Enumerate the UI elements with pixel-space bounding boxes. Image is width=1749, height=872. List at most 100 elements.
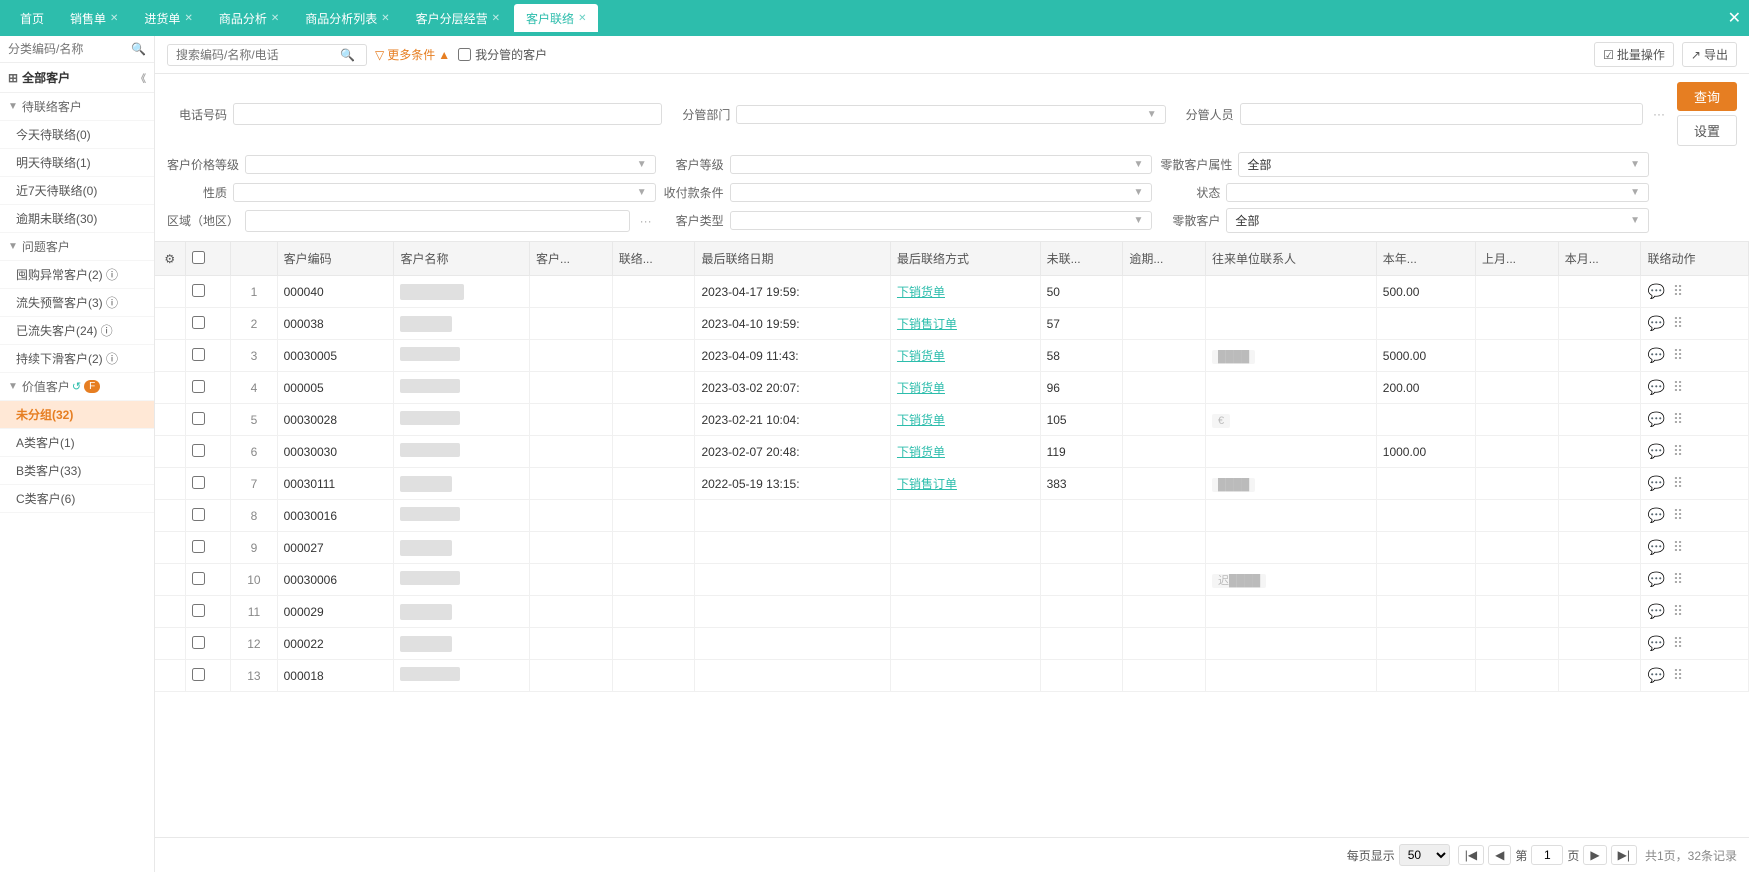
row-checkbox-cell[interactable] [185, 596, 231, 628]
row-action[interactable]: 💬 ⠿ [1641, 532, 1749, 564]
row-lastmethod[interactable]: 下销货单 [890, 436, 1040, 468]
row-action[interactable]: 💬 ⠿ [1641, 500, 1749, 532]
sidebar-search-icon[interactable]: 🔍 [131, 42, 146, 56]
sidebar-search-input[interactable] [8, 42, 127, 56]
export-btn[interactable]: ↗ 导出 [1682, 42, 1737, 67]
col-contact-header[interactable]: 联络... [612, 242, 695, 276]
chat-icon[interactable]: 💬 [1647, 379, 1664, 396]
row-action[interactable]: 💬 ⠿ [1641, 660, 1749, 692]
grid-action-icon[interactable]: ⠿ [1673, 539, 1683, 556]
row-lastmethod[interactable]: 下销货单 [890, 372, 1040, 404]
col-settings[interactable]: ⚙ [155, 242, 185, 276]
row-lastmethod[interactable]: 下销货单 [890, 276, 1040, 308]
col-lastmethod-header[interactable]: 最后联络方式 [890, 242, 1040, 276]
grid-action-icon[interactable]: ⠿ [1673, 347, 1683, 364]
row-checkbox[interactable] [192, 636, 205, 649]
sidebar-item-7days[interactable]: 近7天待联络(0) [0, 177, 154, 205]
last-method-link[interactable]: 下销货单 [897, 413, 945, 427]
sidebar-item-churned[interactable]: 已流失客户(24) ⓘ [0, 317, 154, 345]
grid-action-icon[interactable]: ⠿ [1673, 507, 1683, 524]
row-checkbox[interactable] [192, 508, 205, 521]
region-input[interactable] [245, 210, 630, 232]
sidebar-group-problem[interactable]: ▼ 问题客户 [0, 233, 154, 261]
price-level-select[interactable]: ▼ [245, 155, 656, 174]
chat-icon[interactable]: 💬 [1647, 507, 1664, 524]
chat-icon[interactable]: 💬 [1647, 347, 1664, 364]
status-select[interactable]: ▼ [1226, 183, 1649, 202]
chat-icon[interactable]: 💬 [1647, 667, 1664, 684]
row-lastmethod[interactable]: 下销货单 [890, 340, 1040, 372]
tab-customer-contact[interactable]: 客户联络 ✕ [514, 4, 598, 32]
row-action[interactable]: 💬 ⠿ [1641, 436, 1749, 468]
sidebar-item-tomorrow[interactable]: 明天待联络(1) [0, 149, 154, 177]
last-method-link[interactable]: 下销售订单 [897, 477, 957, 491]
sidebar-item-today[interactable]: 今天待联络(0) [0, 121, 154, 149]
sidebar-collapse-icon[interactable]: 《 [136, 70, 146, 85]
col-lastdate-header[interactable]: 最后联络日期 [695, 242, 891, 276]
col-overdue-header[interactable]: 逾期... [1123, 242, 1206, 276]
row-checkbox[interactable] [192, 540, 205, 553]
last-method-link[interactable]: 下销货单 [897, 445, 945, 459]
grid-action-icon[interactable]: ⠿ [1673, 411, 1683, 428]
tab-analysis-close[interactable]: ✕ [271, 13, 279, 24]
row-action[interactable]: 💬 ⠿ [1641, 404, 1749, 436]
sidebar-item-declining[interactable]: 持续下滑客户(2) ⓘ [0, 345, 154, 373]
row-lastmethod[interactable] [890, 628, 1040, 660]
my-customers-checkbox[interactable] [458, 48, 471, 61]
sidebar-item-abnormal[interactable]: 囤购异常客户(2) ⓘ [0, 261, 154, 289]
chat-icon[interactable]: 💬 [1647, 635, 1664, 652]
grid-action-icon[interactable]: ⠿ [1673, 635, 1683, 652]
row-checkbox[interactable] [192, 380, 205, 393]
row-checkbox-cell[interactable] [185, 372, 231, 404]
row-lastmethod[interactable] [890, 564, 1040, 596]
more-conditions-btn[interactable]: ▽ 更多条件 ▲ [375, 46, 450, 63]
region-dots-icon[interactable]: ··· [636, 214, 656, 228]
chat-icon[interactable]: 💬 [1647, 603, 1664, 620]
page-size-select[interactable]: 50 100 200 [1399, 844, 1450, 866]
col-thisyear-header[interactable]: 本年... [1376, 242, 1475, 276]
tab-customer-contact-close[interactable]: ✕ [578, 13, 586, 24]
col-name-header[interactable]: 客户名称 [394, 242, 530, 276]
row-checkbox-cell[interactable] [185, 276, 231, 308]
sidebar-item-ungroup[interactable]: 未分组(32) [0, 401, 154, 429]
last-method-link[interactable]: 下销售订单 [897, 317, 957, 331]
grid-action-icon[interactable]: ⠿ [1673, 603, 1683, 620]
select-all-checkbox[interactable] [192, 251, 205, 264]
next-page-btn[interactable]: ▶ [1583, 845, 1606, 865]
row-checkbox-cell[interactable] [185, 564, 231, 596]
row-checkbox[interactable] [192, 316, 205, 329]
grid-action-icon[interactable]: ⠿ [1673, 571, 1683, 588]
prev-page-btn[interactable]: ◀ [1488, 845, 1511, 865]
chat-icon[interactable]: 💬 [1647, 539, 1664, 556]
row-checkbox-cell[interactable] [185, 340, 231, 372]
grid-action-icon[interactable]: ⠿ [1673, 283, 1683, 300]
payment-select[interactable]: ▼ [730, 183, 1153, 202]
manager-input[interactable] [1240, 103, 1643, 125]
col-thismonth-header[interactable]: 本月... [1558, 242, 1641, 276]
row-lastmethod[interactable] [890, 532, 1040, 564]
sidebar-item-churn-warn[interactable]: 流失预警客户(3) ⓘ [0, 289, 154, 317]
row-checkbox[interactable] [192, 444, 205, 457]
phone-input[interactable] [233, 103, 662, 125]
row-lastmethod[interactable] [890, 500, 1040, 532]
zero-cust-select[interactable]: 全部 ▼ [1226, 208, 1649, 233]
dept-select[interactable]: ▼ [736, 105, 1165, 124]
row-checkbox[interactable] [192, 604, 205, 617]
chat-icon[interactable]: 💬 [1647, 571, 1664, 588]
chat-icon[interactable]: 💬 [1647, 315, 1664, 332]
col-checkbox-header[interactable] [185, 242, 231, 276]
sidebar-item-overdue[interactable]: 逾期未联络(30) [0, 205, 154, 233]
manager-dots-icon[interactable]: ··· [1649, 107, 1669, 121]
tab-sales[interactable]: 销售单 ✕ [58, 4, 130, 32]
tab-analysis-list-close[interactable]: ✕ [381, 13, 389, 24]
grid-action-icon[interactable]: ⠿ [1673, 475, 1683, 492]
row-lastmethod[interactable]: 下销售订单 [890, 468, 1040, 500]
row-checkbox-cell[interactable] [185, 404, 231, 436]
tab-customer-layer-close[interactable]: ✕ [492, 13, 500, 24]
cust-level-select[interactable]: ▼ [730, 155, 1153, 174]
last-page-btn[interactable]: ▶| [1611, 845, 1637, 865]
col-type-header[interactable]: 客户... [529, 242, 612, 276]
row-lastmethod[interactable] [890, 660, 1040, 692]
refresh-icon[interactable]: ↺ [72, 380, 81, 393]
grid-action-icon[interactable]: ⠿ [1673, 379, 1683, 396]
